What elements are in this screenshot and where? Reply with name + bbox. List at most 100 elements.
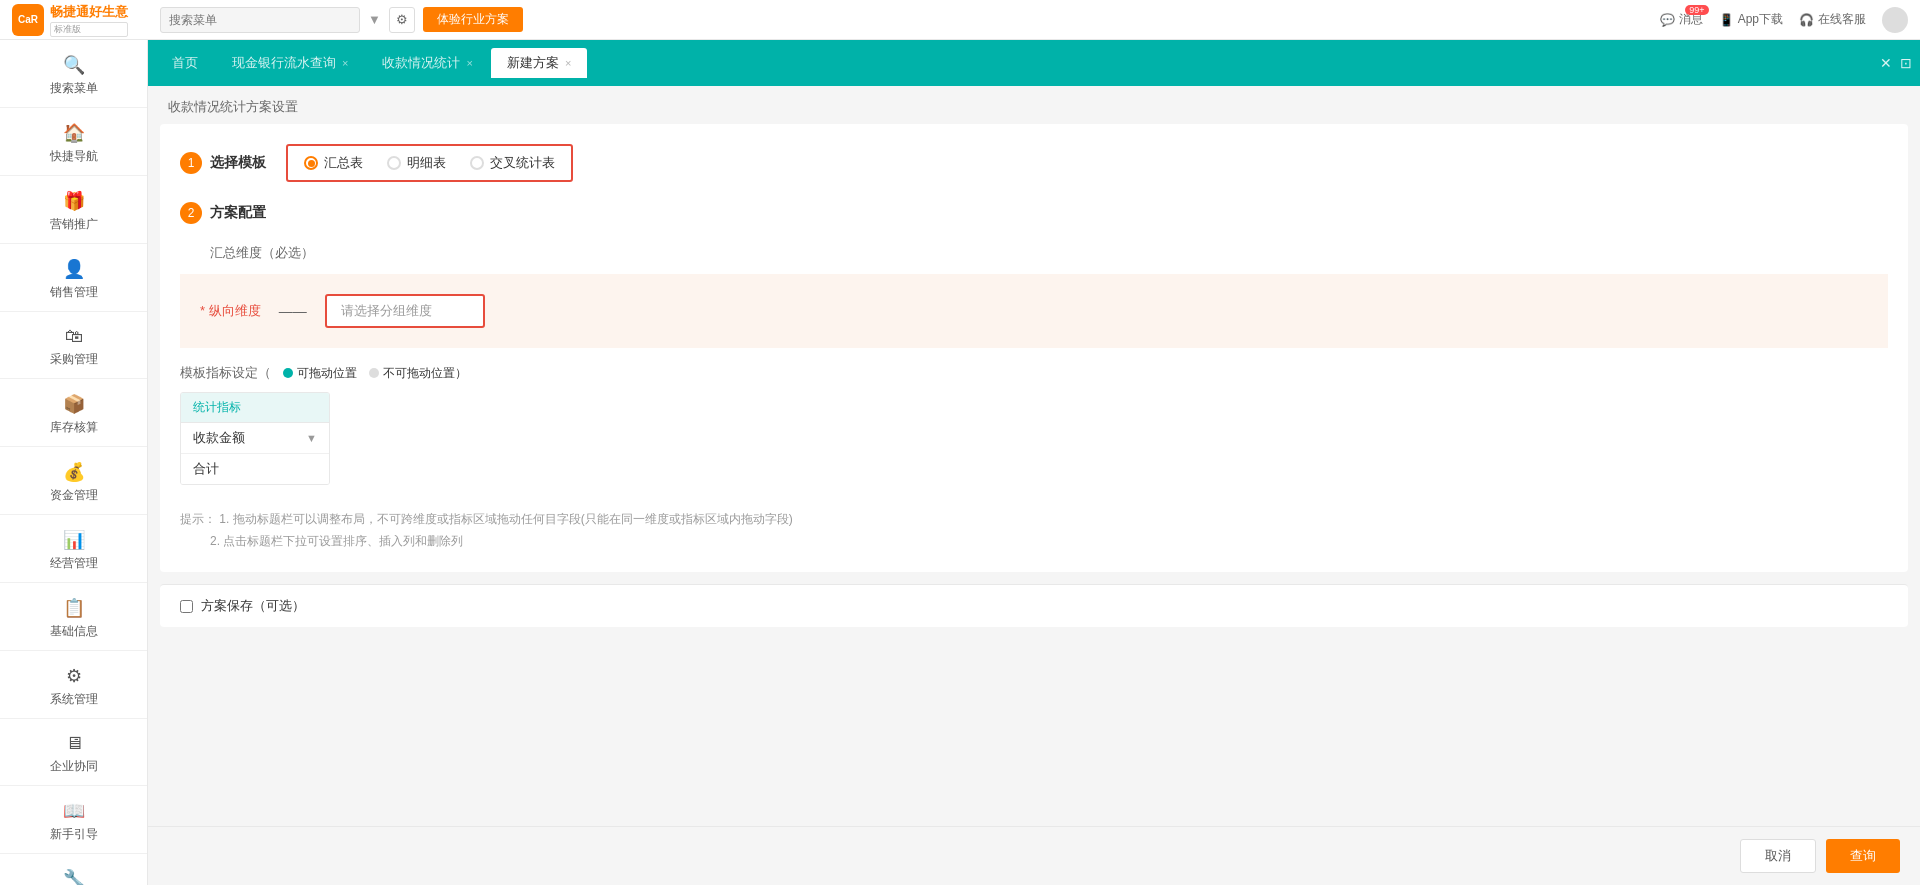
- sidebar-item-management[interactable]: 📊 经营管理: [0, 515, 147, 583]
- sidebar-item-system[interactable]: ⚙ 系统管理: [0, 651, 147, 719]
- top-bar: CaR 畅捷通好生意 标准版 ▼ ⚙ 体验行业方案 💬 消息 99+ 📱 App…: [0, 0, 1920, 40]
- tab-cashflow[interactable]: 现金银行流水查询 ×: [216, 48, 364, 78]
- dimension-box: * 纵向维度 —— 请选择分组维度: [180, 274, 1888, 348]
- sidebar-item-marketing[interactable]: 🎁 营销推广: [0, 176, 147, 244]
- sidebar-item-finance[interactable]: 💰 资金管理: [0, 447, 147, 515]
- guide-icon: 📖: [63, 800, 85, 822]
- logo-icon: CaR: [12, 4, 44, 36]
- sidebar-item-collab[interactable]: 🖥 企业协同: [0, 719, 147, 786]
- tab-cashflow-label: 现金银行流水查询: [232, 54, 336, 72]
- sidebar-item-hardware[interactable]: 🔧 智能硬件: [0, 854, 147, 885]
- radio-crosstab[interactable]: 交叉统计表: [470, 154, 555, 172]
- sidebar-label-finance: 资金管理: [50, 487, 98, 504]
- metrics-header-label: 模板指标设定（: [180, 364, 271, 382]
- support-btn[interactable]: 🎧 在线客服: [1799, 11, 1866, 28]
- chart-icon: 📊: [63, 529, 85, 551]
- tips-section: 提示： 1. 拖动标题栏可以调整布局，不可跨维度或指标区域拖动任何目字段(只能在…: [180, 509, 1888, 552]
- tab-new-plan[interactable]: 新建方案 ×: [491, 48, 587, 78]
- search-input[interactable]: [160, 7, 360, 33]
- nav-tabs: 首页 现金银行流水查询 × 收款情况统计 × 新建方案 × ✕ ⊡: [148, 40, 1920, 86]
- metrics-table-wrapper: 统计指标 收款金额 ▼ 合计: [180, 392, 1888, 485]
- footer-save-row: 方案保存（可选）: [160, 584, 1908, 627]
- save-checkbox[interactable]: [180, 600, 193, 613]
- metrics-section: 模板指标设定（ 可拖动位置 不可拖动位置）: [180, 364, 1888, 485]
- tip-2: 2. 点击标题栏下拉可设置排序、插入列和删除列: [210, 534, 463, 548]
- page-header: 收款情况统计方案设置: [148, 86, 1920, 124]
- sidebar-item-sales[interactable]: 👤 销售管理: [0, 244, 147, 312]
- dimension-placeholder: 请选择分组维度: [341, 303, 432, 318]
- metric-total-label: 合计: [193, 460, 219, 478]
- collab-icon: 🖥: [65, 733, 83, 754]
- template-radio-group: 汇总表 明细表 交叉统计表: [286, 144, 573, 182]
- dimension-row: * 纵向维度 —— 请选择分组维度: [200, 294, 1868, 328]
- cancel-button[interactable]: 取消: [1740, 839, 1816, 873]
- user-avatar[interactable]: [1882, 7, 1908, 33]
- tab-receipts-close[interactable]: ×: [466, 57, 472, 69]
- home-icon: 🏠: [63, 122, 85, 144]
- maximize-icon[interactable]: ⊡: [1900, 55, 1912, 71]
- metric-amount-chevron[interactable]: ▼: [306, 432, 317, 444]
- sidebar-label-basic: 基础信息: [50, 623, 98, 640]
- settings-button[interactable]: ⚙: [389, 7, 415, 33]
- sidebar-label-sales: 销售管理: [50, 284, 98, 301]
- tab-home-label: 首页: [172, 54, 198, 72]
- radio-detail[interactable]: 明细表: [387, 154, 446, 172]
- unmovable-label: 不可拖动位置）: [383, 365, 467, 382]
- metrics-col-header: 统计指标: [181, 393, 329, 423]
- tab-receipts[interactable]: 收款情况统计 ×: [366, 48, 488, 78]
- dimension-select[interactable]: 请选择分组维度: [325, 294, 485, 328]
- radio-crosstab-label: 交叉统计表: [490, 154, 555, 172]
- step2-row: 2 方案配置: [180, 202, 1888, 224]
- step2-title: 方案配置: [210, 204, 266, 222]
- radio-detail-circle: [387, 156, 401, 170]
- finance-icon: 💰: [63, 461, 85, 483]
- msg-badge: 99+: [1685, 5, 1708, 15]
- download-icon: 📱: [1719, 13, 1734, 27]
- close-window-icon[interactable]: ✕: [1880, 55, 1892, 71]
- sidebar-label-marketing: 营销推广: [50, 216, 98, 233]
- sidebar-item-inventory[interactable]: 📦 库存核算: [0, 379, 147, 447]
- radio-summary[interactable]: 汇总表: [304, 154, 363, 172]
- radio-summary-circle: [304, 156, 318, 170]
- industry-btn[interactable]: 体验行业方案: [423, 7, 523, 32]
- sidebar-label-management: 经营管理: [50, 555, 98, 572]
- step1-badge: 1: [180, 152, 202, 174]
- messages-btn[interactable]: 💬 消息 99+: [1660, 11, 1703, 28]
- tab-home[interactable]: 首页: [156, 48, 214, 78]
- sidebar-item-purchase[interactable]: 🛍 采购管理: [0, 312, 147, 379]
- movable-toggle: 可拖动位置: [283, 365, 357, 382]
- download-label: App下载: [1738, 11, 1783, 28]
- query-button[interactable]: 查询: [1826, 839, 1900, 873]
- metrics-table: 统计指标 收款金额 ▼ 合计: [180, 392, 330, 485]
- main-layout: 🔍 搜索菜单 🏠 快捷导航 🎁 营销推广 👤 销售管理 🛍 采购管理 📦 库存核…: [0, 40, 1920, 885]
- dropdown-arrow-icon[interactable]: ▼: [368, 12, 381, 27]
- app-download-btn[interactable]: 📱 App下载: [1719, 11, 1783, 28]
- sidebar-label-inventory: 库存核算: [50, 419, 98, 436]
- sidebar-item-search[interactable]: 🔍 搜索菜单: [0, 40, 147, 108]
- sidebar-item-basic[interactable]: 📋 基础信息: [0, 583, 147, 651]
- sidebar-item-guide[interactable]: 📖 新手引导: [0, 786, 147, 854]
- sidebar-label-search: 搜索菜单: [50, 80, 98, 97]
- tab-new-plan-close[interactable]: ×: [565, 57, 571, 69]
- sidebar-item-home[interactable]: 🏠 快捷导航: [0, 108, 147, 176]
- metric-row-amount: 收款金额 ▼: [181, 423, 329, 454]
- inventory-icon: 📦: [63, 393, 85, 415]
- step1-row: 1 选择模板 汇总表 明细表: [180, 144, 1888, 182]
- save-checkbox-label: 方案保存（可选）: [201, 597, 305, 615]
- tab-receipts-label: 收款情况统计: [382, 54, 460, 72]
- sales-icon: 👤: [63, 258, 85, 280]
- message-icon: 💬: [1660, 13, 1675, 27]
- info-icon: 📋: [63, 597, 85, 619]
- metric-amount-label: 收款金额: [193, 429, 245, 447]
- radio-crosstab-circle: [470, 156, 484, 170]
- logo-text: CaR: [18, 14, 38, 25]
- tab-new-plan-label: 新建方案: [507, 54, 559, 72]
- support-label: 在线客服: [1818, 11, 1866, 28]
- tab-cashflow-close[interactable]: ×: [342, 57, 348, 69]
- logo-area: CaR 畅捷通好生意 标准版: [12, 3, 160, 37]
- bottom-action-bar: 取消 查询: [148, 826, 1920, 885]
- metrics-header: 模板指标设定（ 可拖动位置 不可拖动位置）: [180, 364, 1888, 382]
- step2-badge: 2: [180, 202, 202, 224]
- search-icon: 🔍: [63, 54, 85, 76]
- tips-title: 提示：: [180, 512, 216, 526]
